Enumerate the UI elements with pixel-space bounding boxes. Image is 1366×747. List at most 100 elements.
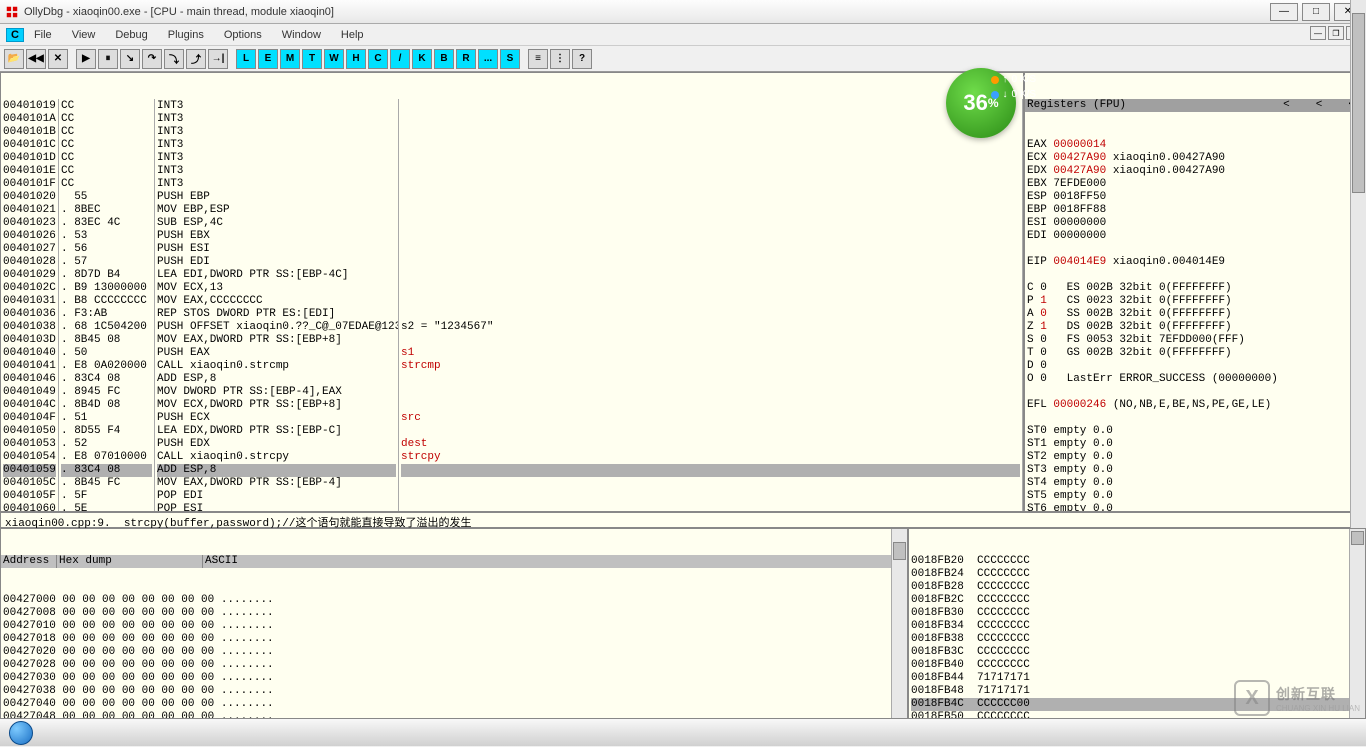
tb-T[interactable]: T	[302, 49, 322, 69]
bytes: . 8D7D B4	[61, 269, 152, 282]
register-line: S 0 FS 0053 32bit 7EFDD000(FFF)	[1027, 334, 1363, 347]
dump-row: 00427018 00 00 00 00 00 00 00 00 .......…	[3, 633, 905, 646]
info-line: xiaoqin00.cpp:9. strcpy(buffer,password)…	[0, 512, 1366, 528]
bytes: . 68 1C504200	[61, 321, 152, 334]
tb-pause[interactable]: ⏸	[98, 49, 118, 69]
titlebar: OllyDbg - xiaoqin00.exe - [CPU - main th…	[0, 0, 1366, 24]
tb-...[interactable]: ...	[478, 49, 498, 69]
register-line: D 0	[1027, 360, 1363, 373]
register-line: ST5 empty 0.0	[1027, 490, 1363, 503]
tb-K[interactable]: K	[412, 49, 432, 69]
tb-R[interactable]: R	[456, 49, 476, 69]
registers-pane[interactable]: Registers (FPU)<<< EAX 00000014ECX 00427…	[1024, 72, 1366, 512]
tb-trace-in[interactable]: ⤵	[164, 49, 184, 69]
taskbar[interactable]	[0, 718, 1366, 746]
addr: 00401053	[3, 438, 56, 451]
registers-scrollbar[interactable]	[1350, 72, 1366, 512]
register-line: EFL 00000246 (NO,NB,E,BE,NS,PE,GE,LE)	[1027, 399, 1363, 412]
tb-close[interactable]: ✕	[48, 49, 68, 69]
tb-E[interactable]: E	[258, 49, 278, 69]
register-line: EBX 7EFDE000	[1027, 178, 1363, 191]
minimize-button[interactable]: —	[1270, 3, 1298, 21]
addr: 00401026	[3, 230, 56, 243]
comment	[401, 464, 1020, 477]
mdi-restore[interactable]: ❐	[1328, 26, 1344, 40]
comment	[401, 126, 1020, 139]
tb-S[interactable]: S	[500, 49, 520, 69]
disassembly-pane[interactable]: 004010190040101A0040101B0040101C0040101D…	[0, 72, 1024, 512]
mnemonic: PUSH EDX	[157, 438, 396, 451]
tb-M[interactable]: M	[280, 49, 300, 69]
start-button[interactable]	[0, 719, 42, 747]
stack-row: 0018FB24 CCCCCCCC	[911, 568, 1363, 581]
tb-help[interactable]: ?	[572, 49, 592, 69]
tb-C[interactable]: C	[368, 49, 388, 69]
addr: 00401060	[3, 503, 56, 512]
addr: 00401023	[3, 217, 56, 230]
menu-c[interactable]: C	[6, 28, 24, 42]
mnemonic: PUSH ESI	[157, 243, 396, 256]
mnemonic: MOV EAX,DWORD PTR SS:[EBP+8]	[157, 334, 396, 347]
maximize-button[interactable]: □	[1302, 3, 1330, 21]
tb-/[interactable]: /	[390, 49, 410, 69]
mnemonic: MOV EAX,DWORD PTR SS:[EBP-4]	[157, 477, 396, 490]
mnemonic: PUSH EBP	[157, 191, 396, 204]
addr: 0040102C	[3, 282, 56, 295]
comment	[401, 334, 1020, 347]
comment	[401, 282, 1020, 295]
menu-window[interactable]: Window	[272, 27, 331, 43]
tb-B[interactable]: B	[434, 49, 454, 69]
menu-help[interactable]: Help	[331, 27, 374, 43]
mnemonic: ADD ESP,8	[157, 464, 396, 477]
bytes: . 57	[61, 256, 152, 269]
tb-open[interactable]: 📂	[4, 49, 24, 69]
addr: 0040101C	[3, 139, 56, 152]
stack-row: 0018FB20 CCCCCCCC	[911, 555, 1363, 568]
comment	[401, 503, 1020, 512]
bytes: CC	[61, 178, 152, 191]
tb-sort[interactable]: ⋮	[550, 49, 570, 69]
register-line	[1027, 386, 1363, 399]
bytes: . B8 CCCCCCCC	[61, 295, 152, 308]
addr: 00401031	[3, 295, 56, 308]
menu-options[interactable]: Options	[214, 27, 272, 43]
tb-H[interactable]: H	[346, 49, 366, 69]
tb-L[interactable]: L	[236, 49, 256, 69]
mdi-minimize[interactable]: —	[1310, 26, 1326, 40]
tb-W[interactable]: W	[324, 49, 344, 69]
bytes: CC	[61, 126, 152, 139]
tb-trace-out[interactable]: ⤴	[186, 49, 206, 69]
comment	[401, 165, 1020, 178]
addr: 00401054	[3, 451, 56, 464]
mnemonic: INT3	[157, 100, 396, 113]
menu-debug[interactable]: Debug	[105, 27, 157, 43]
tb-rewind[interactable]: ◀◀	[26, 49, 46, 69]
tb-run[interactable]: ▶	[76, 49, 96, 69]
bytes: CC	[61, 152, 152, 165]
tb-step-over[interactable]: ↷	[142, 49, 162, 69]
register-line: T 0 GS 002B 32bit 0(FFFFFFFF)	[1027, 347, 1363, 360]
register-line: EDX 00427A90 xiaoqin0.00427A90	[1027, 165, 1363, 178]
mnemonic: CALL xiaoqin0.strcmp	[157, 360, 396, 373]
bytes: . 53	[61, 230, 152, 243]
comment	[401, 477, 1020, 490]
watermark: X 创新互联CHUANG XIN HU LIAN	[1234, 680, 1360, 716]
hex-dump-pane[interactable]: Address Hex dump ASCII 00427000 00 00 00…	[0, 528, 908, 744]
window-title: OllyDbg - xiaoqin00.exe - [CPU - main th…	[24, 6, 1270, 18]
menu-view[interactable]: View	[62, 27, 106, 43]
menu-plugins[interactable]: Plugins	[158, 27, 214, 43]
register-line: ECX 00427A90 xiaoqin0.00427A90	[1027, 152, 1363, 165]
dump-scrollbar[interactable]	[891, 529, 907, 743]
comment	[401, 204, 1020, 217]
comment	[401, 113, 1020, 126]
addr: 00401028	[3, 256, 56, 269]
speed-stats: ↑0 K/S ↓0 K/S	[991, 70, 1036, 104]
addr: 00401038	[3, 321, 56, 334]
tb-till-ret[interactable]: →|	[208, 49, 228, 69]
dump-row: 00427030 00 00 00 00 00 00 00 00 .......…	[3, 672, 905, 685]
menu-file[interactable]: File	[24, 27, 62, 43]
tb-step-into[interactable]: ↘	[120, 49, 140, 69]
mnemonic: POP EDI	[157, 490, 396, 503]
tb-list[interactable]: ≡	[528, 49, 548, 69]
comment	[401, 243, 1020, 256]
